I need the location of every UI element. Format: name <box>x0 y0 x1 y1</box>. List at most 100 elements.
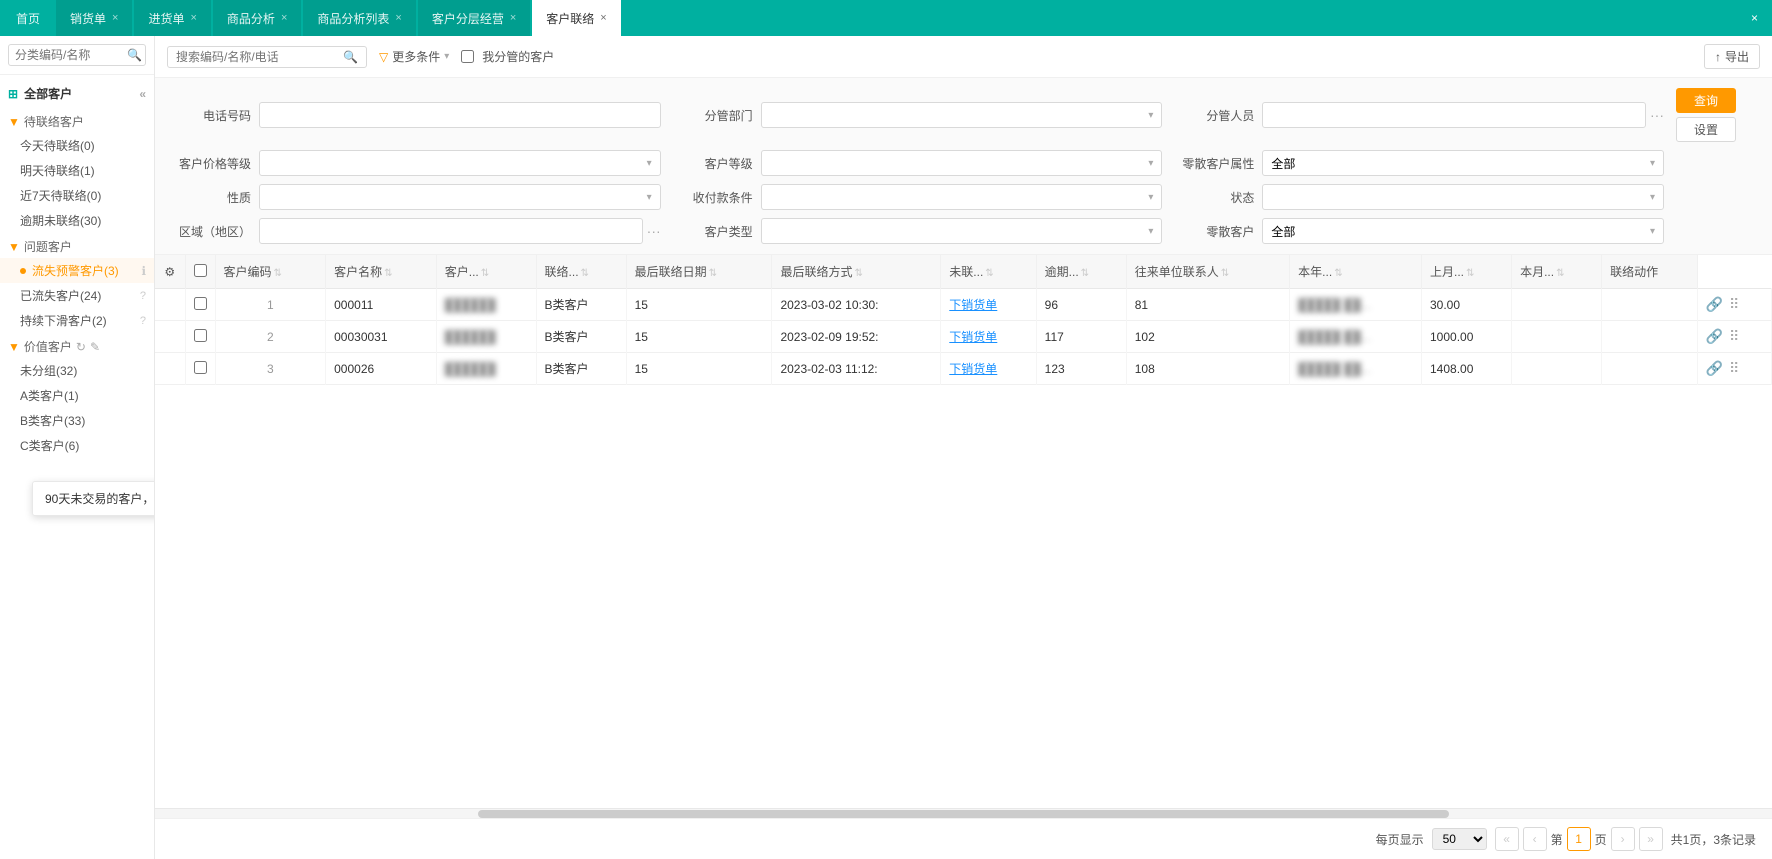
tab-customer-segment-close[interactable]: × <box>510 12 516 24</box>
sidebar-item-7days[interactable]: 近7天待联络(0) <box>0 183 154 208</box>
sidebar-item-c-class[interactable]: C类客户(6) <box>0 433 154 458</box>
sidebar-item-churn-warning[interactable]: 流失预警客户(3) ℹ <box>0 258 154 283</box>
last-method-link[interactable]: 下销货单 <box>949 298 997 312</box>
col-unlink[interactable]: 未联...⇅ <box>941 255 1036 289</box>
sidebar-group-pending[interactable]: ▼ 待联络客户 <box>0 108 154 133</box>
search-input[interactable] <box>176 50 343 64</box>
row-check-1[interactable] <box>194 329 207 342</box>
row-last-method[interactable]: 下销货单 <box>941 321 1036 353</box>
horizontal-scrollbar[interactable] <box>155 808 1772 818</box>
col-gear[interactable]: ⚙ <box>155 255 185 289</box>
sidebar-item-b-class[interactable]: B类客户(33) <box>0 408 154 433</box>
setting-button[interactable]: 设置 <box>1676 117 1736 142</box>
tab-analysis[interactable]: 商品分析 × <box>213 0 301 36</box>
sidebar-item-churned[interactable]: 已流失客户(24) ? <box>0 283 154 308</box>
sidebar-collapse-icon[interactable]: « <box>139 87 146 101</box>
price-level-select[interactable]: ▾ <box>259 150 661 176</box>
tab-purchase[interactable]: 进货单 × <box>134 0 210 36</box>
more-conditions-btn[interactable]: ▽ 更多条件 ▾ <box>379 48 449 65</box>
phone-input[interactable] <box>259 102 661 128</box>
action-more-icon[interactable]: ⠿ <box>1729 360 1739 377</box>
action-link-icon[interactable]: 🔗 <box>1706 328 1723 345</box>
col-ctype[interactable]: 客户...⇅ <box>436 255 536 289</box>
sidebar-item-declining[interactable]: 持续下滑客户(2) ? <box>0 308 154 333</box>
search-icon[interactable]: 🔍 <box>343 50 358 64</box>
tab-customer-contact-close[interactable]: × <box>600 12 606 24</box>
row-check-2[interactable] <box>194 361 207 374</box>
action-more-icon[interactable]: ⠿ <box>1729 296 1739 313</box>
sidebar-item-ungrouped[interactable]: 未分组(32) <box>0 358 154 383</box>
edit-icon[interactable]: ✎ <box>90 340 100 354</box>
tab-sales-close[interactable]: × <box>112 12 118 24</box>
zero-attr-select[interactable]: 全部 ▾ <box>1262 150 1664 176</box>
sidebar-item-today[interactable]: 今天待联络(0) <box>0 133 154 158</box>
scrollbar-thumb[interactable] <box>478 810 1448 818</box>
col-this-month[interactable]: 本月...⇅ <box>1512 255 1602 289</box>
region-ellipsis-btn[interactable]: ··· <box>647 223 661 239</box>
col-checkbox[interactable] <box>185 255 215 289</box>
col-contact-count[interactable]: 联络...⇅ <box>536 255 626 289</box>
last-page-btn[interactable]: » <box>1639 827 1663 851</box>
tab-analysis-list-close[interactable]: × <box>395 12 401 24</box>
col-last-date[interactable]: 最后联络日期⇅ <box>626 255 772 289</box>
sidebar-group-problem[interactable]: ▼ 问题客户 <box>0 233 154 258</box>
row-last-method[interactable]: 下销货单 <box>941 289 1036 321</box>
col-overdue[interactable]: 逾期...⇅ <box>1036 255 1126 289</box>
dept-select[interactable]: ▾ <box>761 102 1163 128</box>
last-method-link[interactable]: 下销货单 <box>949 330 997 344</box>
next-page-btn[interactable]: › <box>1611 827 1635 851</box>
sidebar-group-value[interactable]: ▼ 价值客户 ↻ ✎ <box>0 333 154 358</box>
col-year[interactable]: 本年...⇅ <box>1290 255 1422 289</box>
prev-page-btn[interactable]: ‹ <box>1523 827 1547 851</box>
tab-home[interactable]: 首页 <box>0 0 56 36</box>
sidebar-item-tomorrow[interactable]: 明天待联络(1) <box>0 158 154 183</box>
sidebar-item-a-class[interactable]: A类客户(1) <box>0 383 154 408</box>
tab-analysis-list[interactable]: 商品分析列表 × <box>303 0 415 36</box>
person-ellipsis-btn[interactable]: ··· <box>1650 107 1664 123</box>
tab-customer-contact[interactable]: 客户联络 × <box>532 0 620 36</box>
tab-analysis-close[interactable]: × <box>281 12 287 24</box>
action-link-icon[interactable]: 🔗 <box>1706 360 1723 377</box>
first-page-btn[interactable]: « <box>1495 827 1519 851</box>
action-more-icon[interactable]: ⠿ <box>1729 328 1739 345</box>
per-page-select[interactable]: 50 20 100 <box>1432 828 1487 850</box>
last-method-link[interactable]: 下销货单 <box>949 362 997 376</box>
tab-sales[interactable]: 销货单 × <box>56 0 132 36</box>
region-input[interactable] <box>259 218 643 244</box>
sidebar-root[interactable]: ⊞ 全部客户 « <box>0 79 154 108</box>
col-last-method[interactable]: 最后联络方式⇅ <box>772 255 941 289</box>
sidebar-search-input[interactable] <box>8 44 146 66</box>
row-last-method[interactable]: 下销货单 <box>941 353 1036 385</box>
row-checkbox[interactable] <box>185 289 215 321</box>
close-all-button[interactable]: × <box>1737 11 1772 25</box>
info-icon[interactable]: ℹ <box>141 264 146 278</box>
person-input[interactable] <box>1262 102 1646 128</box>
action-link-icon[interactable]: 🔗 <box>1706 296 1723 313</box>
status-select[interactable]: ▾ <box>1262 184 1664 210</box>
my-customers-check[interactable] <box>461 50 474 63</box>
col-contact-person[interactable]: 往来单位联系人⇅ <box>1126 255 1289 289</box>
customer-type-select[interactable]: ▾ <box>761 218 1163 244</box>
select-all-checkbox[interactable] <box>194 264 207 277</box>
col-name[interactable]: 客户名称⇅ <box>326 255 437 289</box>
zero-customer-select[interactable]: 全部 ▾ <box>1262 218 1664 244</box>
col-last-month[interactable]: 上月...⇅ <box>1422 255 1512 289</box>
question-icon[interactable]: ? <box>140 290 146 302</box>
my-customers-checkbox[interactable]: 我分管的客户 <box>461 48 554 65</box>
customer-level-select[interactable]: ▾ <box>761 150 1163 176</box>
export-button[interactable]: ↑ 导出 <box>1704 44 1760 69</box>
sidebar-item-overdue-contact[interactable]: 逾期未联络(30) <box>0 208 154 233</box>
refresh-icon[interactable]: ↻ <box>76 340 86 354</box>
table-row: 1 000011 ██████ B类客户 15 2023-03-02 10:30… <box>155 289 1772 321</box>
sidebar-search-icon[interactable]: 🔍 <box>127 48 142 62</box>
question-icon-2[interactable]: ? <box>140 315 146 327</box>
col-code[interactable]: 客户编码⇅ <box>215 255 326 289</box>
row-checkbox[interactable] <box>185 321 215 353</box>
tab-customer-segment[interactable]: 客户分层经营 × <box>418 0 530 36</box>
row-checkbox[interactable] <box>185 353 215 385</box>
payment-select[interactable]: ▾ <box>761 184 1163 210</box>
tab-purchase-close[interactable]: × <box>190 12 196 24</box>
nature-select[interactable]: ▾ <box>259 184 661 210</box>
row-check-0[interactable] <box>194 297 207 310</box>
query-button[interactable]: 查询 <box>1676 88 1736 113</box>
